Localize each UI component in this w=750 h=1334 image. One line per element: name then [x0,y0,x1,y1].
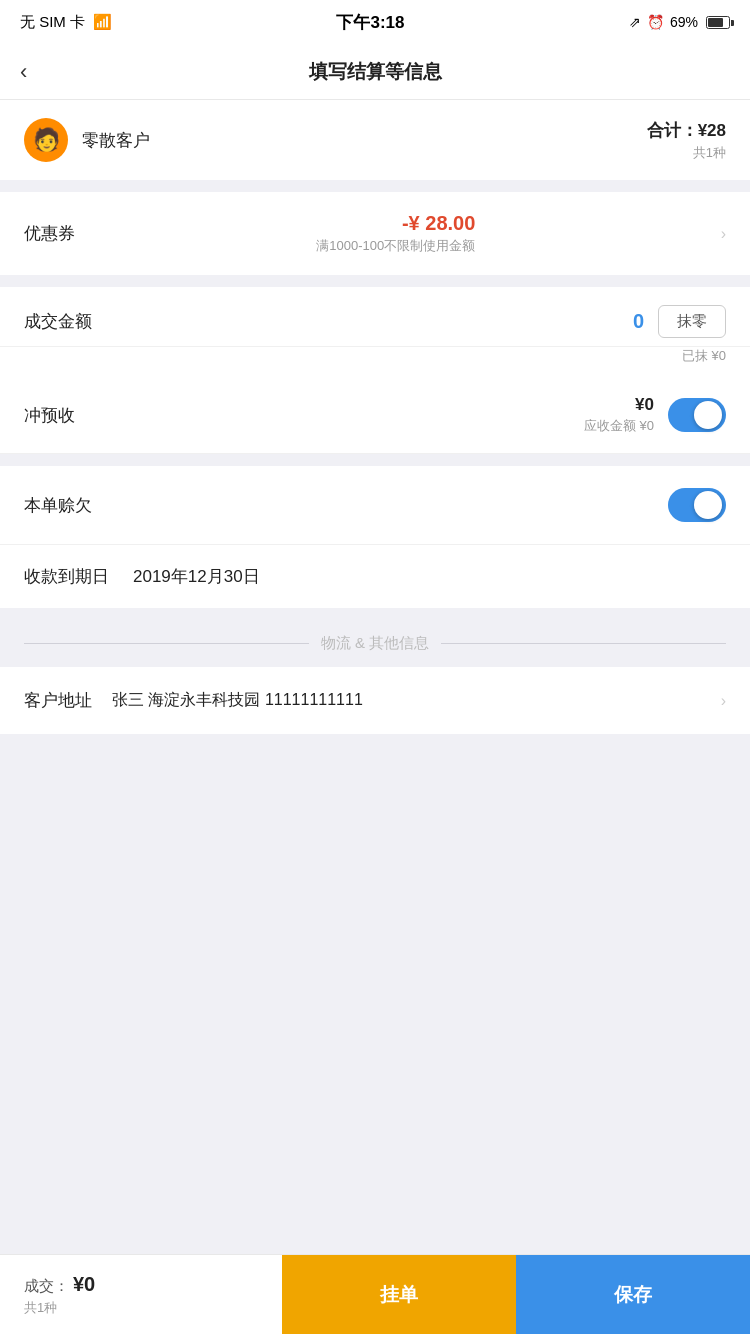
coupon-value: -¥ 28.00 [316,212,475,235]
prepay-amount: ¥0 应收金额 ¥0 [584,395,654,435]
prepay-toggle[interactable] [668,398,726,432]
transaction-section: 成交金额 0 抹零 已抹 ¥0 冲预收 ¥0 应收金额 ¥0 [0,287,750,454]
prepay-sub: 应收金额 ¥0 [584,417,654,435]
total-count: 共1种 [647,144,726,162]
transaction-row: 成交金额 0 抹零 [0,287,750,347]
prepay-right: ¥0 应收金额 ¥0 [584,395,726,435]
address-row[interactable]: 客户地址 张三 海淀永丰科技园 11111111111 › [0,667,750,734]
prepay-row: 冲预收 ¥0 应收金额 ¥0 [0,377,750,454]
status-right: ⇗ ⏰ 69% [629,14,730,30]
transaction-top: 成交金额 0 抹零 [24,305,726,338]
coupon-row[interactable]: 优惠券 -¥ 28.00 满1000-100不限制使用金额 › [0,192,750,275]
customer-name: 零散客户 [82,129,150,152]
logistics-label: 物流 & 其他信息 [321,634,429,653]
footer-summary: 成交： ¥0 共1种 [0,1273,282,1317]
battery-icon [706,16,730,29]
address-chevron-icon: › [721,692,726,710]
logistics-line-left [24,643,309,644]
debt-toggle[interactable] [668,488,726,522]
customer-row: 🧑 零散客户 合计：¥28 共1种 [0,100,750,180]
coupon-detail: -¥ 28.00 满1000-100不限制使用金额 [316,212,475,255]
status-time: 下午3:18 [336,11,404,34]
battery-percentage: 69% [670,14,698,30]
prepay-value: ¥0 [584,395,654,415]
alarm-icon: ⏰ [647,14,664,30]
logistics-line-right [441,643,726,644]
prepay-label: 冲预收 [24,404,75,427]
prepay-top: 冲预收 ¥0 应收金额 ¥0 [24,395,726,435]
customer-info: 🧑 零散客户 [24,118,150,162]
coupon-desc: 满1000-100不限制使用金额 [316,237,475,255]
total-amount: 合计：¥28 [647,119,726,142]
due-date-label: 收款到期日 [24,565,109,588]
main-content: 🧑 零散客户 合计：¥28 共1种 优惠券 -¥ 28.00 满1000-100… [0,100,750,836]
due-date-value: 2019年12月30日 [133,565,260,588]
due-date-row: 收款到期日 2019年12月30日 [0,544,750,608]
hold-button[interactable]: 挂单 [282,1255,516,1334]
customer-total: 合计：¥28 共1种 [647,119,726,162]
nav-bar: ‹ 填写结算等信息 [0,44,750,100]
page-title: 填写结算等信息 [309,59,442,85]
bottom-footer: 成交： ¥0 共1种 挂单 保存 [0,1254,750,1334]
toggle-knob [694,401,722,429]
avatar-icon: 🧑 [33,127,60,153]
footer-deal-value: ¥0 [73,1273,95,1296]
round-button[interactable]: 抹零 [658,305,726,338]
debt-section: 本单赊欠 收款到期日 2019年12月30日 [0,466,750,608]
logistics-header: 物流 & 其他信息 [0,620,750,667]
footer-deal-label: 成交： [24,1277,69,1296]
transaction-label: 成交金额 [24,310,92,333]
status-bar: 无 SIM 卡 📶 下午3:18 ⇗ ⏰ 69% [0,0,750,44]
footer-count: 共1种 [24,1299,258,1317]
avatar: 🧑 [24,118,68,162]
debt-row: 本单赊欠 [0,466,750,544]
footer-deal-row: 成交： ¥0 [24,1273,258,1296]
location-icon: ⇗ [629,14,641,30]
transaction-right: 0 抹零 [614,305,726,338]
address-label: 客户地址 [24,689,92,712]
address-section[interactable]: 客户地址 张三 海淀永丰科技园 11111111111 › [0,667,750,734]
wifi-icon: 📶 [93,13,112,31]
carrier-text: 无 SIM 卡 [20,13,85,32]
customer-section: 🧑 零散客户 合计：¥28 共1种 [0,100,750,180]
status-carrier: 无 SIM 卡 📶 [20,13,112,32]
already-rounded-text: 已抹 ¥0 [0,347,750,377]
transaction-value: 0 [614,310,644,333]
save-button[interactable]: 保存 [516,1255,750,1334]
chevron-right-icon: › [721,225,726,243]
debt-label: 本单赊欠 [24,494,92,517]
coupon-label: 优惠券 [24,222,75,245]
address-value: 张三 海淀永丰科技园 11111111111 [112,690,721,711]
coupon-section[interactable]: 优惠券 -¥ 28.00 满1000-100不限制使用金额 › [0,192,750,275]
back-button[interactable]: ‹ [20,59,27,85]
debt-toggle-knob [694,491,722,519]
